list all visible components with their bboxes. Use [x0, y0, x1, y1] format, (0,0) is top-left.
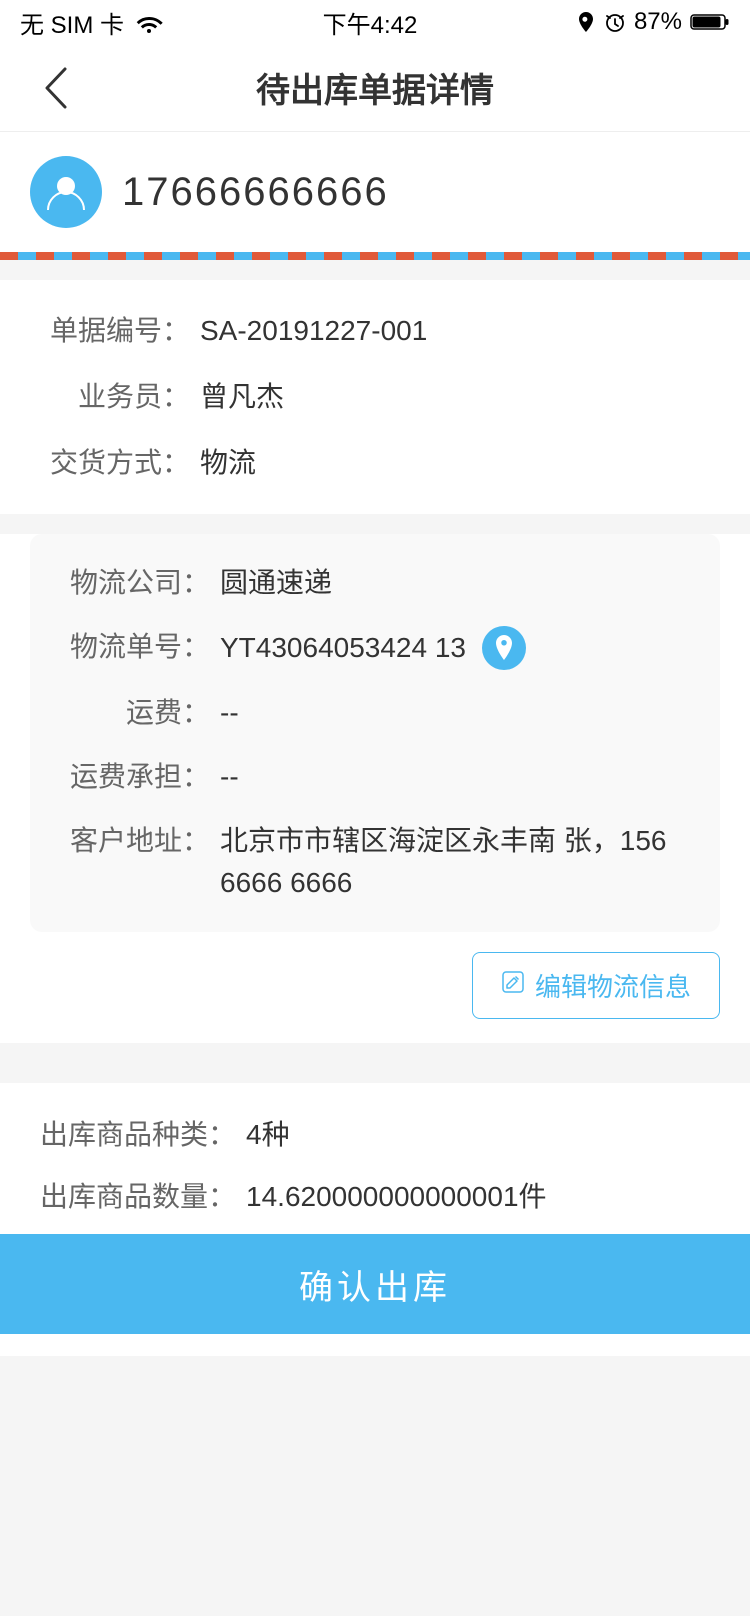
battery-icon [690, 12, 730, 32]
address-label: 客户地址： [60, 820, 210, 862]
logistics-tracking-label: 物流单号： [60, 626, 210, 668]
edit-icon [501, 970, 525, 1001]
edit-logistics-button[interactable]: 编辑物流信息 [472, 952, 720, 1019]
goods-types-label: 出库商品种类： [40, 1113, 236, 1153]
freight-bear-label: 运费承担： [60, 756, 210, 798]
freight-value: -- [220, 692, 690, 734]
edit-logistics-label: 编辑物流信息 [535, 967, 691, 1004]
salesman-label: 业务员： [40, 376, 190, 418]
freight-bear-row: 运费承担： -- [60, 756, 690, 798]
track-location-button[interactable] [482, 626, 526, 670]
wifi-icon [134, 11, 164, 33]
goods-quantity-value: 14.620000000000001件 [246, 1175, 547, 1215]
avatar [30, 156, 102, 228]
goods-quantity-label: 出库商品数量： [40, 1175, 236, 1215]
freight-label: 运费： [60, 692, 210, 734]
divider-1 [0, 1043, 750, 1063]
carrier-text: 无 SIM 卡 [20, 5, 124, 40]
logistics-company-label: 物流公司： [60, 562, 210, 604]
delivery-value: 物流 [200, 442, 710, 484]
battery-text: 87% [634, 8, 682, 36]
user-phone: 17666666666 [122, 170, 389, 215]
freight-bear-value: -- [220, 756, 690, 798]
salesman-row: 业务员： 曾凡杰 [40, 376, 710, 418]
order-number-label: 单据编号： [40, 310, 190, 352]
spacer [0, 1356, 750, 1516]
address-value: 北京市市辖区海淀区永丰南 张，156 6666 6666 [220, 820, 690, 904]
goods-quantity-row: 出库商品数量： 14.620000000000001件 [40, 1175, 710, 1215]
edit-logistics-area: 编辑物流信息 [0, 932, 750, 1043]
back-button[interactable] [30, 63, 80, 113]
delivery-row: 交货方式： 物流 [40, 442, 710, 484]
delivery-label: 交货方式： [40, 442, 190, 484]
logistics-company-value: 圆通速递 [220, 562, 690, 604]
address-row: 客户地址： 北京市市辖区海淀区永丰南 张，156 6666 6666 [60, 820, 690, 904]
order-number-value: SA-20191227-001 [200, 310, 710, 352]
logistics-tracking-value-row: YT43064053424 13 [220, 626, 690, 670]
status-time: 下午4:42 [323, 5, 418, 40]
freight-row: 运费： -- [60, 692, 690, 734]
page-title: 待出库单据详情 [256, 63, 494, 112]
order-number-row: 单据编号： SA-20191227-001 [40, 310, 710, 352]
user-header: 17666666666 [0, 132, 750, 252]
logistics-section: 物流公司： 圆通速递 物流单号： YT43064053424 13 运费： -- [0, 534, 750, 1043]
status-right: 87% [576, 8, 730, 36]
confirm-label: 确认出库 [299, 1260, 451, 1309]
status-bar: 无 SIM 卡 下午4:42 87% [0, 0, 750, 44]
goods-section: 出库商品种类： 4种 出库商品数量： 14.620000000000001件 [0, 1083, 750, 1245]
goods-types-row: 出库商品种类： 4种 [40, 1113, 710, 1153]
confirm-button[interactable]: 确认出库 [0, 1234, 750, 1334]
order-info-section: 单据编号： SA-20191227-001 业务员： 曾凡杰 交货方式： 物流 [0, 280, 750, 514]
status-left: 无 SIM 卡 [20, 5, 164, 40]
salesman-value: 曾凡杰 [200, 376, 710, 418]
goods-types-value: 4种 [246, 1113, 290, 1153]
nav-bar: 待出库单据详情 [0, 44, 750, 132]
location-active-icon [576, 11, 596, 33]
logistics-card: 物流公司： 圆通速递 物流单号： YT43064053424 13 运费： -- [30, 534, 720, 932]
logistics-tracking-value: YT43064053424 13 [220, 627, 466, 669]
deco-line [0, 252, 750, 260]
logistics-tracking-row: 物流单号： YT43064053424 13 [60, 626, 690, 670]
logistics-company-row: 物流公司： 圆通速递 [60, 562, 690, 604]
alarm-icon [604, 11, 626, 33]
